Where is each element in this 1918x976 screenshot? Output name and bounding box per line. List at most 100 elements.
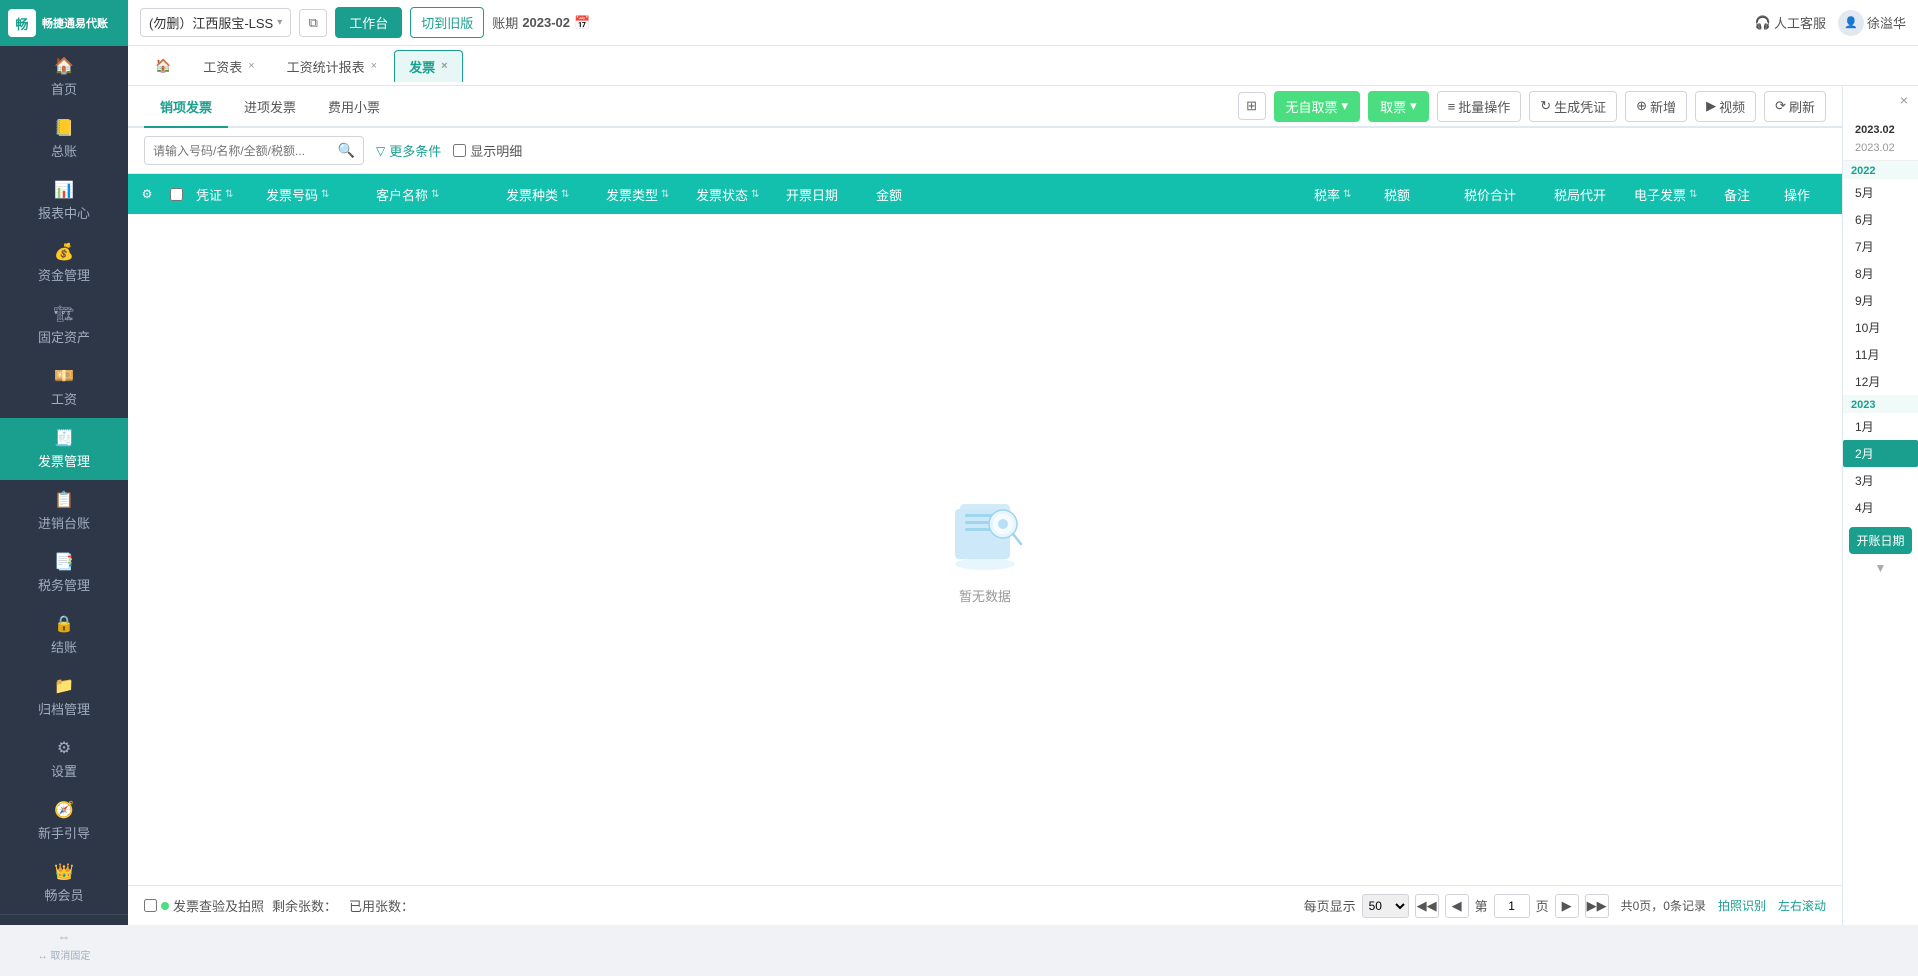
date-entry-2023-3月[interactable]: 3月 (1843, 467, 1918, 494)
sort-icon[interactable]: ⇅ (1343, 189, 1351, 200)
date-entry-2022-9月[interactable]: 9月 (1843, 287, 1918, 314)
new-button[interactable]: ⊕ 新增 (1625, 91, 1687, 122)
period-label: 账期 (492, 13, 518, 32)
sidebar-item-fixed-assets[interactable]: 🏗 固定资产 (0, 294, 128, 356)
batch-op-button[interactable]: ≡ 批量操作 (1437, 91, 1522, 122)
date-entry-2023-1月[interactable]: 1月 (1843, 413, 1918, 440)
date-entry-header1[interactable]: 2023.02 (1851, 122, 1910, 138)
subtab-purchase-invoice[interactable]: 进项发票 (228, 86, 312, 128)
date-entry-2022-12月[interactable]: 12月 (1843, 368, 1918, 395)
tab-close-salary-stats[interactable]: × (371, 60, 377, 72)
date-entry-2022-8月[interactable]: 8月 (1843, 260, 1918, 287)
batch-op-label: 批量操作 (1458, 97, 1510, 116)
sidebar-item-finance[interactable]: 💰 资金管理 (0, 232, 128, 294)
grid-settings-icon[interactable]: ⊞ (1238, 92, 1266, 120)
th-checkbox[interactable] (162, 188, 190, 201)
search-icon[interactable]: 🔍 (338, 142, 355, 159)
sidebar-pin[interactable]: ⇔ ↔ 取消固定 (4, 923, 124, 968)
next-page-button[interactable]: ▶ (1555, 894, 1579, 918)
customer-service[interactable]: 🎧 人工客服 (1755, 13, 1826, 32)
fetch-button[interactable]: 取票 ▾ (1368, 91, 1429, 122)
last-page-button[interactable]: ▶▶ (1585, 894, 1609, 918)
video-icon: ▶ (1706, 98, 1716, 114)
th-settings[interactable]: ⚙ (132, 187, 162, 201)
subtab-expense-ticket[interactable]: 费用小票 (312, 86, 396, 128)
sort-icon[interactable]: ⇅ (1689, 189, 1697, 200)
video-label: 视频 (1719, 97, 1745, 116)
search-input[interactable] (153, 144, 332, 158)
sidebar-item-close[interactable]: 🔒 结账 (0, 604, 128, 666)
company-selector[interactable]: (勿删）江西服宝-LSS ▾ (140, 8, 291, 37)
sort-icon[interactable]: ⇅ (661, 189, 669, 200)
logo-icon: 畅 (8, 9, 36, 37)
sort-icon[interactable]: ⇅ (225, 189, 233, 200)
user-profile[interactable]: 👤 徐溢华 (1838, 10, 1906, 36)
invoice-check-checkbox[interactable] (144, 899, 157, 912)
subtab-sales-invoice[interactable]: 销项发票 (144, 86, 228, 128)
sidebar-item-invoice-mgmt[interactable]: 🧾 发票管理 (0, 418, 128, 480)
prev-page-button[interactable]: ◀ (1445, 894, 1469, 918)
date-entry-2022-11月[interactable]: 11月 (1843, 341, 1918, 368)
sidebar-item-sales-ledger[interactable]: 📋 进销台账 (0, 480, 128, 542)
open-date-btn[interactable]: 开账日期 (1849, 527, 1912, 554)
sidebar-item-member[interactable]: 👑 畅会员 (0, 852, 128, 914)
sidebar-item-label: 资金管理 (38, 265, 90, 284)
tab-close-invoice[interactable]: × (441, 60, 447, 72)
th-remark: 备注 (1718, 185, 1778, 204)
th-invoice-no: 发票号码 ⇅ (260, 185, 370, 204)
sort-icon[interactable]: ⇅ (561, 189, 569, 200)
scroll-down-icon[interactable]: ▼ (1866, 558, 1896, 578)
sort-icon[interactable]: ⇅ (431, 189, 439, 200)
video-button[interactable]: ▶ 视频 (1695, 91, 1756, 122)
sidebar-item-archive[interactable]: 📁 归档管理 (0, 666, 128, 728)
tab-home[interactable]: 🏠 (140, 50, 186, 82)
no-match-button[interactable]: 无自取票 ▾ (1274, 91, 1361, 122)
page-number-input[interactable] (1494, 894, 1530, 918)
sidebar-item-tax-mgmt[interactable]: 📑 税务管理 (0, 542, 128, 604)
date-entry-2022-5月[interactable]: 5月 (1843, 179, 1918, 206)
upload-link[interactable]: 拍照识别 (1718, 897, 1766, 914)
date-entry-2022-7月[interactable]: 7月 (1843, 233, 1918, 260)
switch-version-button[interactable]: 切到旧版 (410, 7, 484, 38)
topbar: (勿删）江西服宝-LSS ▾ ⧉ 工作台 切到旧版 账期 2023-02 📅 🎧… (128, 0, 1918, 46)
panel-close-button[interactable]: × (1894, 90, 1914, 110)
date-entry-2022-6月[interactable]: 6月 (1843, 206, 1918, 233)
tab-salary-table[interactable]: 工资表× (188, 50, 269, 82)
workbench-button[interactable]: 工作台 (335, 7, 402, 38)
sidebar-item-label: 畅会员 (44, 885, 83, 904)
select-all-checkbox[interactable] (170, 188, 183, 201)
topbar-right: 🎧 人工客服 👤 徐溢华 (1755, 10, 1906, 36)
invoice-check[interactable]: 发票查验及拍照 (144, 896, 264, 915)
calendar-icon[interactable]: 📅 (574, 15, 590, 31)
tab-invoice[interactable]: 发票× (394, 50, 462, 82)
date-entry-2023-2月[interactable]: 2月 (1843, 440, 1918, 467)
show-detail-checkbox[interactable]: 显示明细 (453, 141, 522, 160)
show-detail-input[interactable] (453, 144, 466, 157)
copy-company-button[interactable]: ⧉ (299, 9, 327, 37)
tab-close-salary-table[interactable]: × (248, 60, 254, 72)
sidebar-item-settings[interactable]: ⚙ 设置 (0, 728, 128, 790)
sidebar-item-ledger[interactable]: 📒 总账 (0, 108, 128, 170)
per-page-select[interactable]: 50 100 (1362, 894, 1409, 918)
more-conditions-button[interactable]: ▽ 更多条件 (376, 141, 441, 160)
home-icon: 🏠 (54, 56, 74, 76)
sort-icon[interactable]: ⇅ (751, 189, 759, 200)
date-entry-header2[interactable]: 2023.02 (1851, 140, 1910, 156)
sidebar-item-salary[interactable]: 💴 工资 (0, 356, 128, 418)
period-value: 2023-02 (522, 15, 570, 30)
gen-voucher-button[interactable]: ↻ 生成凭证 (1529, 91, 1617, 122)
sort-icon[interactable]: ⇅ (321, 189, 329, 200)
subtabs-container: 销项发票进项发票费用小票 (144, 86, 396, 126)
tab-salary-stats[interactable]: 工资统计报表× (272, 50, 392, 82)
date-entry-2023-4月[interactable]: 4月 (1843, 494, 1918, 521)
close-icon: 🔒 (54, 614, 74, 634)
sidebar-item-reports[interactable]: 📊 报表中心 (0, 170, 128, 232)
th-voucher: 凭证 ⇅ (190, 185, 260, 204)
refresh-button[interactable]: ⟳ 刷新 (1764, 91, 1826, 122)
date-entry-2022-10月[interactable]: 10月 (1843, 314, 1918, 341)
first-page-button[interactable]: ◀◀ (1415, 894, 1439, 918)
sidebar-item-home[interactable]: 🏠 首页 (0, 46, 128, 108)
scroll-link[interactable]: 左右滚动 (1778, 897, 1826, 914)
ledger-icon: 📒 (54, 118, 74, 138)
sidebar-item-guide[interactable]: 🧭 新手引导 (0, 790, 128, 852)
